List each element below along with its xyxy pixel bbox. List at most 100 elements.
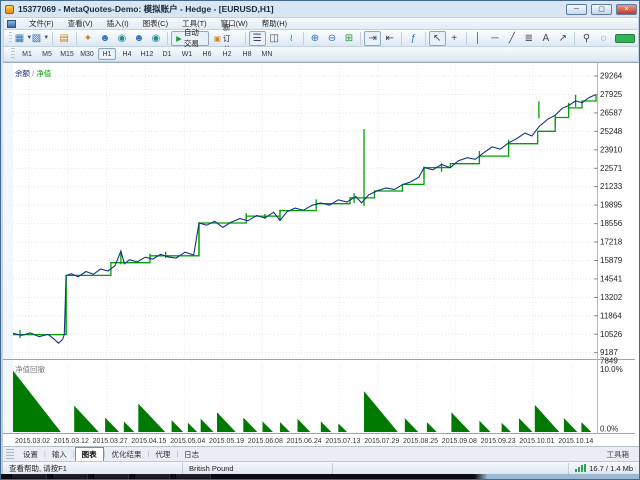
indicators-icon: ƒ xyxy=(410,32,417,44)
timeframe-W1[interactable]: W1 xyxy=(178,48,196,60)
chart-shift-button[interactable]: ⇤ xyxy=(381,31,398,46)
taskbar-button[interactable] xyxy=(93,474,129,479)
tester-tab-图表[interactable]: 图表 xyxy=(74,446,104,462)
fibonacci-button[interactable]: ≣ xyxy=(520,31,537,46)
tester-tab-代理[interactable]: 代理 xyxy=(149,448,176,461)
signals-button[interactable]: ☻ xyxy=(96,31,113,46)
tile-windows-button[interactable]: ⊞ xyxy=(340,31,357,46)
algo-trading-button[interactable]: ▶ 自动交易 xyxy=(171,28,209,48)
svg-text:2015.08.25: 2015.08.25 xyxy=(403,438,438,445)
line-chart-button[interactable]: ≀ xyxy=(283,31,300,46)
taskbar-button[interactable] xyxy=(134,474,170,479)
timeframe-H6[interactable]: H6 xyxy=(198,48,216,60)
timeframe-M30[interactable]: M30 xyxy=(78,48,96,60)
vps-button[interactable]: ◉ xyxy=(113,31,130,46)
bars-chart-button[interactable]: ☰ xyxy=(248,30,266,46)
status-help-text: 查看帮助, 请按F1 xyxy=(3,462,183,474)
chevron-down-icon[interactable]: ▼ xyxy=(43,35,49,41)
timeframe-H8[interactable]: H8 xyxy=(238,48,256,60)
menu-图表[interactable]: 图表(C) xyxy=(136,17,175,30)
status-symbol-description: British Pound xyxy=(183,462,333,474)
fibonacci-icon: ≣ xyxy=(524,32,534,44)
timeframe-H1[interactable]: H1 xyxy=(98,48,116,60)
menu-查看[interactable]: 查看(V) xyxy=(61,17,100,30)
community-button[interactable]: ☻ xyxy=(130,31,147,46)
svg-text:11864: 11864 xyxy=(600,311,622,320)
market-watch-button[interactable]: ▤ xyxy=(56,31,73,46)
timeframe-M15[interactable]: M15 xyxy=(58,48,76,60)
tester-tab-设置[interactable]: 设置 xyxy=(17,448,44,461)
profiles-button[interactable]: ▧ ▼ xyxy=(32,31,49,46)
line-chart-icon: ≀ xyxy=(289,32,294,44)
shapes-button[interactable]: ◌ xyxy=(595,31,612,46)
candles-chart-button[interactable]: ◫ xyxy=(266,31,283,46)
drawdown-pane-label: 净值回撤 xyxy=(15,365,45,374)
svg-text:18556: 18556 xyxy=(600,219,623,228)
bars-chart-icon: ☰ xyxy=(252,32,262,44)
arrows-button[interactable]: ↗ xyxy=(554,31,571,46)
zoom-in-button[interactable]: ⊕ xyxy=(306,31,323,46)
horizontal-line-button[interactable]: ─ xyxy=(486,31,503,46)
menu-帮助[interactable]: 帮助(H) xyxy=(255,17,294,30)
chart-shift-icon: ⇤ xyxy=(385,32,394,44)
traffic-text: 16.7 / 1.4 Mb xyxy=(589,463,633,473)
maximize-button[interactable]: ▢ xyxy=(591,3,612,15)
tester-chart[interactable]: 29264 27925 26587 25248 23910 22571 21233 19895… xyxy=(3,63,639,447)
vertical-line-icon: │ xyxy=(474,32,481,44)
new-chart-button[interactable]: ▦ ▼ xyxy=(15,31,32,46)
tester-tab-输入[interactable]: 输入 xyxy=(46,448,73,461)
timeframe-H2[interactable]: H2 xyxy=(218,48,236,60)
toolbox-grip[interactable] xyxy=(6,448,14,460)
svg-text:14541: 14541 xyxy=(600,274,623,283)
timeframe-H4[interactable]: H4 xyxy=(118,48,136,60)
indicators-button[interactable]: ƒ xyxy=(405,31,422,46)
svg-text:0.0%: 0.0% xyxy=(600,425,618,434)
minimize-button[interactable]: ─ xyxy=(566,3,587,15)
toolbar-separator xyxy=(465,31,467,45)
zoom-out-icon: ⊖ xyxy=(327,32,337,44)
menu-插入[interactable]: 插入(I) xyxy=(100,17,136,30)
auto-scroll-button[interactable]: ⇥ xyxy=(364,30,382,46)
text-label-button[interactable]: A xyxy=(537,31,554,46)
timeframe-MN[interactable]: MN xyxy=(258,48,276,60)
taskbar-button[interactable] xyxy=(175,474,211,479)
market-button[interactable]: ✦ xyxy=(79,31,96,46)
zoom-out-button[interactable]: ⊖ xyxy=(323,31,340,46)
new-order-button[interactable]: ▣新订单 xyxy=(209,23,242,54)
app-icon xyxy=(5,4,14,14)
magnifier-button[interactable]: ⚲ xyxy=(578,31,595,46)
timeframes-grip[interactable] xyxy=(11,48,15,60)
close-button[interactable]: × xyxy=(616,3,637,15)
vps-icon: ◉ xyxy=(117,32,127,44)
svg-text:2015.06.24: 2015.06.24 xyxy=(287,438,322,445)
tester-graph-panel[interactable]: 29264 27925 26587 25248 23910 22571 21233 19895… xyxy=(3,62,639,447)
market-watch-icon: ▤ xyxy=(59,32,69,44)
crosshair-button[interactable]: + xyxy=(446,31,463,46)
tester-tabs-bar: 设置|输入|图表|优化结果|代理|日志工具箱 xyxy=(3,446,639,462)
svg-text:29264: 29264 xyxy=(600,72,623,81)
tester-tab-优化结果[interactable]: 优化结果 xyxy=(105,448,147,461)
cursor-button[interactable]: ↖ xyxy=(428,30,446,46)
market-icon: ✦ xyxy=(83,32,93,44)
status-traffic: 16.7 / 1.4 Mb xyxy=(569,463,639,474)
taskbar-button[interactable] xyxy=(11,474,47,479)
equity-legend-label: 净值 xyxy=(36,69,52,78)
trendline-button[interactable]: ╱ xyxy=(503,31,520,46)
alerts-button[interactable]: ◉ xyxy=(147,31,164,46)
timeframe-M5[interactable]: M5 xyxy=(38,48,56,60)
timeframe-M1[interactable]: M1 xyxy=(18,48,36,60)
time-scale[interactable]: 2015.03.02 2015.03.12 2015.03.27 2015.04.15… xyxy=(15,438,593,445)
status-bar: 查看帮助, 请按F1 British Pound 16.7 / 1.4 Mb xyxy=(3,461,639,474)
timeframe-H12[interactable]: H12 xyxy=(138,48,156,60)
candles-chart-icon: ◫ xyxy=(269,32,279,44)
menu-文件[interactable]: 文件(F) xyxy=(22,17,61,30)
taskbar-button[interactable] xyxy=(52,474,88,479)
magnifier-icon: ⚲ xyxy=(582,32,591,44)
community-icon: ☻ xyxy=(133,32,145,44)
toolbar-grip[interactable] xyxy=(9,32,12,44)
tester-tab-日志[interactable]: 日志 xyxy=(178,448,205,461)
timeframe-D1[interactable]: D1 xyxy=(158,48,176,60)
toolbar-separator xyxy=(302,31,304,45)
svg-text:17218: 17218 xyxy=(600,238,623,247)
vertical-line-button[interactable]: │ xyxy=(469,31,486,46)
